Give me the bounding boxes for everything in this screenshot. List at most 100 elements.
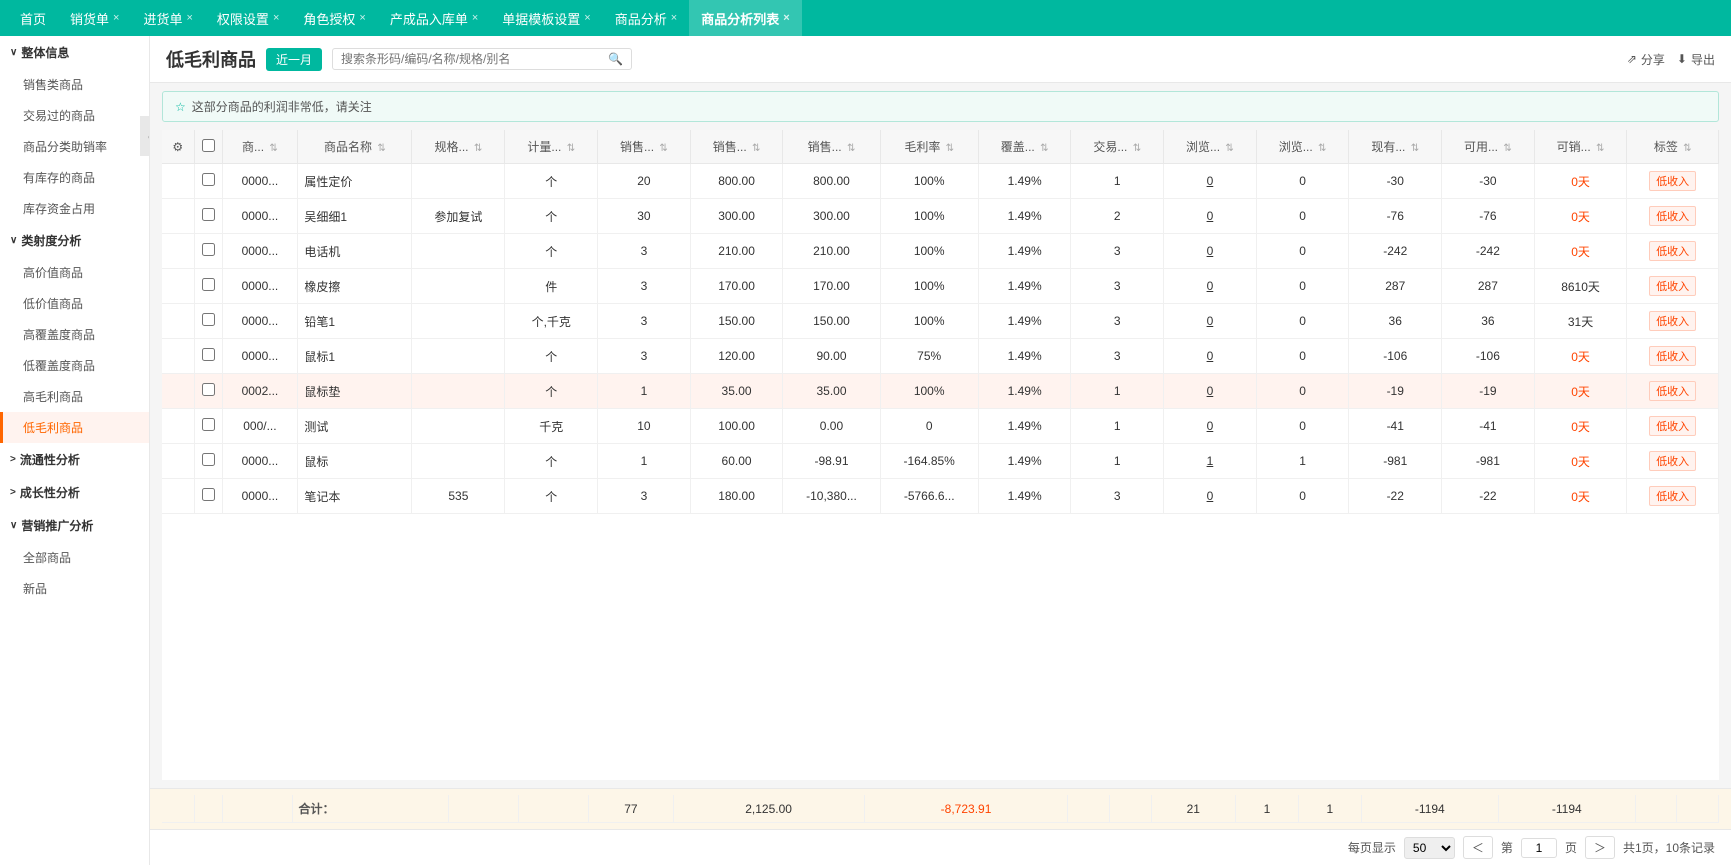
row-checkbox[interactable] [194,374,222,409]
row-transaction: 2 [1071,199,1164,234]
row-checkbox[interactable] [194,164,222,199]
sidebar-item-高价值商品[interactable]: 高价值商品 [0,257,149,288]
row-check[interactable] [202,313,215,326]
nav-item-商品分析[interactable]: 商品分析× [603,0,689,36]
row-gear[interactable] [162,199,194,234]
nav-item-进货单[interactable]: 进货单× [131,0,204,36]
nav-item-角色授权[interactable]: 角色授权× [291,0,377,36]
row-checkbox[interactable] [194,409,222,444]
prev-page-btn[interactable]: ＜ [1463,836,1493,859]
row-checkbox[interactable] [194,339,222,374]
col-browse1[interactable]: 浏览... ⇅ [1164,130,1257,164]
row-checkbox[interactable] [194,234,222,269]
col-name[interactable]: 商品名称 ⇅ [298,130,412,164]
row-check[interactable] [202,278,215,291]
col-sales-qty[interactable]: 销售... ⇅ [598,130,691,164]
nav-item-产成品入库单[interactable]: 产成品入库单× [378,0,490,36]
row-check[interactable] [202,383,215,396]
row-gear[interactable] [162,479,194,514]
col-gross-margin[interactable]: 毛利率 ⇅ [880,130,978,164]
row-browse1: 0 [1164,199,1257,234]
nav-close-icon[interactable]: × [113,12,119,24]
row-check[interactable] [202,208,215,221]
row-check[interactable] [202,243,215,256]
sidebar-item-交易过的商品[interactable]: 交易过的商品 [0,100,149,131]
row-checkbox[interactable] [194,269,222,304]
sidebar-item-高毛利商品[interactable]: 高毛利商品 [0,381,149,412]
sidebar-item-低毛利商品[interactable]: 低毛利商品 [0,412,149,443]
nav-close-icon[interactable]: × [359,12,365,24]
row-check[interactable] [202,418,215,431]
select-all-checkbox[interactable] [202,139,215,152]
nav-close-icon[interactable]: × [273,12,279,24]
nav-item-首页[interactable]: 首页 [8,0,58,36]
nav-close-icon[interactable]: × [783,12,789,24]
share-btn[interactable]: ⇗ 分享 [1627,51,1665,68]
col-sellable[interactable]: 可销... ⇅ [1534,130,1627,164]
next-page-btn[interactable]: ＞ [1585,836,1615,859]
sidebar-item-低价值商品[interactable]: 低价值商品 [0,288,149,319]
row-gear[interactable] [162,409,194,444]
sidebar-item-有库存的商品[interactable]: 有库存的商品 [0,162,149,193]
search-input[interactable] [341,52,604,66]
nav-close-icon[interactable]: × [472,12,478,24]
sidebar-group-营销推广分析[interactable]: ∨营销推广分析 [0,509,149,542]
col-sales-amount[interactable]: 销售... ⇅ [783,130,880,164]
sidebar-item-库存资金占用[interactable]: 库存资金占用 [0,193,149,224]
nav-item-商品分析列表[interactable]: 商品分析列表× [689,0,801,36]
row-checkbox[interactable] [194,304,222,339]
row-gear[interactable] [162,444,194,479]
col-transaction[interactable]: 交易... ⇅ [1071,130,1164,164]
row-checkbox[interactable] [194,479,222,514]
row-name: 鼠标1 [298,339,412,374]
row-gear[interactable] [162,164,194,199]
col-tag[interactable]: 标签 ⇅ [1627,130,1719,164]
nav-item-权限设置[interactable]: 权限设置× [205,0,291,36]
export-btn[interactable]: ⬇ 导出 [1677,51,1715,68]
row-checkbox[interactable] [194,444,222,479]
sidebar-item-商品分类助销率[interactable]: 商品分类助销率 [0,131,149,162]
col-checkbox[interactable] [194,130,222,164]
row-gear[interactable] [162,374,194,409]
page-input[interactable] [1521,838,1557,858]
sidebar-item-新品[interactable]: 新品 [0,573,149,604]
col-gear[interactable]: ⚙ [162,130,194,164]
row-gear[interactable] [162,304,194,339]
row-gear[interactable] [162,269,194,304]
sidebar-collapse-btn[interactable]: 《 [140,116,150,156]
nav-close-icon[interactable]: × [671,12,677,24]
nav-item-销货单[interactable]: 销货单× [58,0,131,36]
row-check[interactable] [202,348,215,361]
table-container: ⚙ 商... ⇅ 商品名称 ⇅ 规格... ⇅ 计量... ⇅ 销售... ⇅ … [162,130,1719,780]
row-check[interactable] [202,488,215,501]
sidebar-group-成长性分析[interactable]: >成长性分析 [0,476,149,509]
sidebar-item-低覆盖度商品[interactable]: 低覆盖度商品 [0,350,149,381]
row-gear[interactable] [162,339,194,374]
col-coverage[interactable]: 覆盖... ⇅ [978,130,1071,164]
nav-close-icon[interactable]: × [584,12,590,24]
row-check[interactable] [202,453,215,466]
sidebar-item-销售类商品[interactable]: 销售类商品 [0,69,149,100]
col-code[interactable]: 商... ⇅ [222,130,298,164]
row-sales-qty: 10 [598,409,691,444]
col-available[interactable]: 可用... ⇅ [1442,130,1535,164]
sidebar-item-高覆盖度商品[interactable]: 高覆盖度商品 [0,319,149,350]
search-icon[interactable]: 🔍 [608,52,623,66]
sidebar-group-类射度分析[interactable]: ∨类射度分析 [0,224,149,257]
nav-close-icon[interactable]: × [186,12,192,24]
row-checkbox[interactable] [194,199,222,234]
total-available: -1194 [1498,795,1635,823]
sidebar-group-流通性分析[interactable]: >流通性分析 [0,443,149,476]
col-current[interactable]: 现有... ⇅ [1349,130,1442,164]
row-gear[interactable] [162,234,194,269]
per-page-select[interactable]: 50 100 200 [1404,837,1455,859]
nav-item-单据模板设置[interactable]: 单据模板设置× [490,0,602,36]
col-unit[interactable]: 计量... ⇅ [505,130,598,164]
col-sales-price[interactable]: 销售... ⇅ [690,130,783,164]
sidebar-group-整体信息[interactable]: ∨整体信息 [0,36,149,69]
sidebar-item-全部商品[interactable]: 全部商品 [0,542,149,573]
col-spec[interactable]: 规格... ⇅ [412,130,505,164]
row-check[interactable] [202,173,215,186]
col-browse2[interactable]: 浏览... ⇅ [1256,130,1349,164]
date-filter-btn[interactable]: 近一月 [266,48,322,71]
